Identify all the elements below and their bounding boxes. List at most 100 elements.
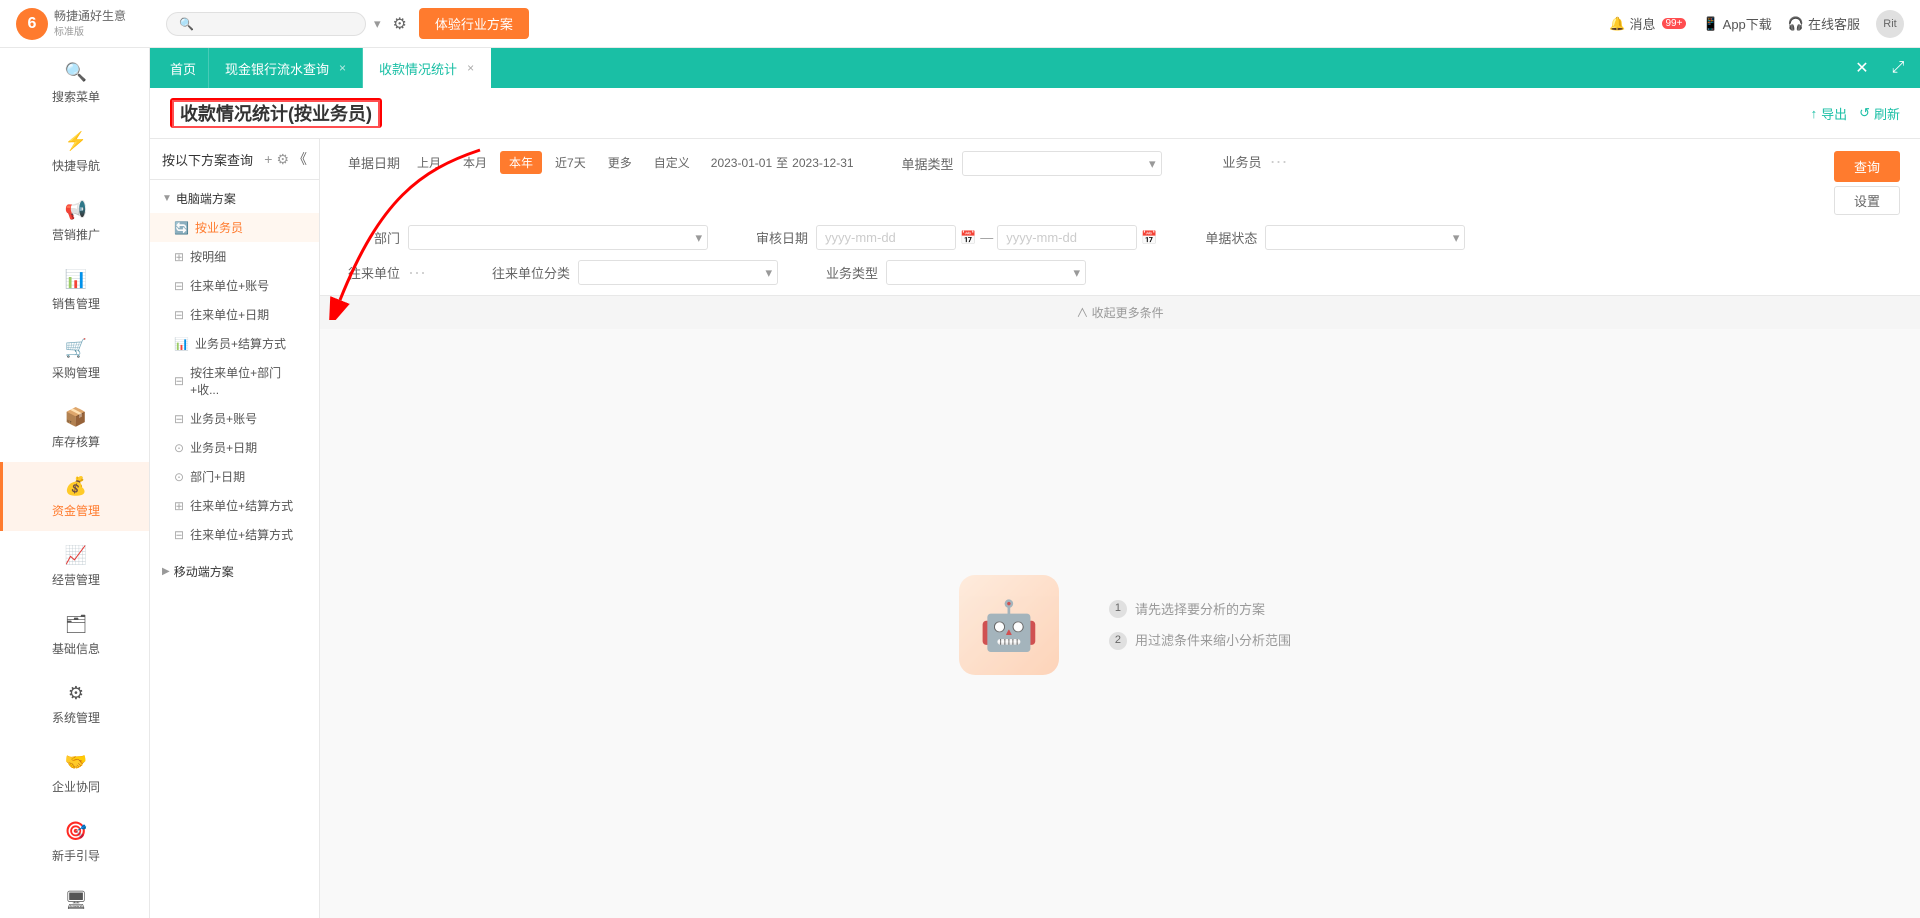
sales-icon: 📊 (64, 267, 88, 291)
logo-icon: 6 (16, 8, 48, 40)
voucher-status-label: 单据状态 (1197, 228, 1257, 247)
scheme-item-counterpart-settlement2[interactable]: ⊟ 往来单位+结算方式 (150, 520, 319, 549)
logo-area: 6 畅捷通好生意 标准版 (16, 8, 166, 40)
date-tab-this-month[interactable]: 本月 (454, 151, 496, 174)
scheme-item-dept-date[interactable]: ⊙ 部门+日期 (150, 462, 319, 491)
ellipsis-icon[interactable]: ··· (1270, 151, 1288, 172)
step-2: 2 用过滤条件来缩小分析范围 (1109, 629, 1291, 652)
search-box[interactable]: 🔍 (166, 12, 366, 36)
counterpart-ellipsis-icon[interactable]: ··· (408, 262, 426, 283)
date-end: 2023-12-31 (792, 156, 853, 170)
sidebar-item-hardware[interactable]: 🖥 智能硬件 (0, 876, 149, 918)
sidebar-item-basic[interactable]: 🗂 基础信息 (0, 600, 149, 669)
sidebar-item-guide[interactable]: 🎯 新手引导 (0, 807, 149, 876)
settings-icon[interactable]: ⚙ (393, 14, 407, 34)
date-start: 2023-01-01 (711, 156, 772, 170)
content-area: 首页 现金银行流水查询 × 收款情况统计 × ✕ ⤢ 收款情况统计(按业务员) (150, 48, 1920, 918)
user-avatar[interactable]: Rit (1876, 10, 1904, 38)
export-button[interactable]: ↑ 导出 (1811, 104, 1848, 123)
sidebar-item-purchase[interactable]: 🛒 采购管理 (0, 324, 149, 393)
chevron-down-icon: ▼ (162, 193, 172, 204)
filter-row-1: 单据日期 上月 本月 本年 近7天 更多 自定义 (340, 151, 1900, 225)
date-tab-last-7[interactable]: 近7天 (546, 151, 595, 174)
system-icon: ⚙ (64, 681, 88, 705)
scheme-item-counterpart-settlement1[interactable]: ⊞ 往来单位+结算方式 (150, 491, 319, 520)
salesperson-label: 业务员 (1202, 152, 1262, 171)
scheme-settings-button[interactable]: ⚙ (276, 151, 289, 168)
scheme-item-counterpart-dept[interactable]: ⊟ 按往来单位+部门+收... (150, 358, 319, 404)
query-button[interactable]: 查询 (1834, 151, 1900, 182)
date-tab-last-month[interactable]: 上月 (408, 151, 450, 174)
online-service-item[interactable]: 🎧 在线客服 (1788, 14, 1860, 33)
scheme-item-salesperson-account[interactable]: ⊟ 业务员+账号 (150, 404, 319, 433)
business-type-select[interactable] (886, 260, 1086, 285)
phone-icon: 📱 (1702, 16, 1718, 32)
tab-bank-flow[interactable]: 现金银行流水查询 × (209, 48, 363, 88)
sidebar-item-search[interactable]: 🔍 搜索菜单 (0, 48, 149, 117)
scheme-item-counterpart-account[interactable]: ⊟ 往来单位+账号 (150, 271, 319, 300)
sidebar-item-system[interactable]: ⚙ 系统管理 (0, 669, 149, 738)
scheme-item-detail[interactable]: ⊞ 按明细 (150, 242, 319, 271)
trial-button[interactable]: 体验行业方案 (419, 8, 529, 39)
notification-icon: 🔔 (1609, 16, 1625, 32)
counterpart-account-icon: ⊟ (174, 279, 184, 293)
voucher-status-select[interactable] (1265, 225, 1465, 250)
app-download-item[interactable]: 📱 App下载 (1702, 14, 1771, 33)
basic-icon: 🗂 (64, 612, 88, 636)
date-tab-this-year[interactable]: 本年 (500, 151, 542, 174)
date-tab-more[interactable]: 更多 (599, 151, 641, 174)
sidebar-item-marketing[interactable]: 📢 营销推广 (0, 186, 149, 255)
scheme-item-salesperson-settlement[interactable]: 📊 业务员+结算方式 (150, 329, 319, 358)
scheme-group-mobile-header[interactable]: ▶ 移动端方案 (150, 557, 319, 586)
business-type-label: 业务类型 (818, 263, 878, 282)
sidebar-item-corp[interactable]: 🤝 企业协同 (0, 738, 149, 807)
purchase-icon: 🛒 (64, 336, 88, 360)
operation-icon: 📈 (64, 543, 88, 567)
department-select[interactable] (408, 225, 708, 250)
review-date-label: 审核日期 (748, 228, 808, 247)
collapse-bar[interactable]: ∧ 收起更多条件 (320, 295, 1920, 329)
tab-close-bank-flow[interactable]: × (339, 61, 346, 75)
tab-collection-stats[interactable]: 收款情况统计 × (363, 48, 491, 88)
scheme-sidebar: 按以下方案查询 + ⚙ 《 ▼ 电脑端方案 🔄 按业务员 (150, 139, 320, 918)
settings-filter-button[interactable]: 设置 (1834, 186, 1900, 215)
counterpart-category-select[interactable] (578, 260, 778, 285)
logo-name: 畅捷通好生意 (54, 9, 126, 23)
counterpart-date-icon: ⊟ (174, 308, 184, 322)
main-layout: 🔍 搜索菜单 ⚡ 快捷导航 📢 营销推广 📊 销售管理 🛒 采购管理 📦 库存核… (0, 48, 1920, 918)
voucher-type-select-wrapper: ▾ (962, 151, 1162, 176)
filter-row-2: 部门 ▾ 审核日期 (340, 225, 1900, 260)
finance-icon: 💰 (64, 474, 88, 498)
empty-text: 1 请先选择要分析的方案 2 用过滤条件来缩小分析范围 (1109, 598, 1291, 653)
scheme-item-by-salesperson[interactable]: 🔄 按业务员 (150, 213, 319, 242)
notification-item[interactable]: 🔔 消息 99+ (1609, 14, 1686, 33)
date-tab-custom[interactable]: 自定义 (645, 151, 699, 174)
scheme-collapse-button[interactable]: 《 (293, 149, 307, 169)
dropdown-arrow-icon[interactable]: ▾ (374, 16, 381, 32)
department-select-wrapper: ▾ (408, 225, 708, 250)
sidebar-item-operation[interactable]: 📈 经营管理 (0, 531, 149, 600)
scheme-group-desktop-header[interactable]: ▼ 电脑端方案 (150, 184, 319, 213)
refresh-button[interactable]: ↺ 刷新 (1859, 104, 1900, 123)
sidebar-item-inventory[interactable]: 📦 库存核算 (0, 393, 149, 462)
review-date-end[interactable] (997, 225, 1137, 250)
date-tabs: 上月 本月 本年 近7天 更多 自定义 (408, 151, 699, 174)
sidebar-item-finance[interactable]: 💰 资金管理 (0, 462, 149, 531)
window-expand-icon[interactable]: ⤢ (1884, 54, 1912, 82)
sidebar-item-sales[interactable]: 📊 销售管理 (0, 255, 149, 324)
voucher-type-select[interactable] (962, 151, 1162, 176)
hardware-icon: 🖥 (64, 888, 88, 912)
filter-row-3: 往来单位 ··· 往来单位分类 (340, 260, 1900, 295)
scheme-add-button[interactable]: + (264, 151, 272, 167)
counterpart-category-select-wrapper: ▾ (578, 260, 778, 285)
page-content: 收款情况统计(按业务员) ↑ 导出 ↺ 刷新 (150, 88, 1920, 918)
calendar-end-icon: 📅 (1141, 230, 1157, 246)
sidebar-item-quick-nav[interactable]: ⚡ 快捷导航 (0, 117, 149, 186)
tab-close-collection-stats[interactable]: × (467, 61, 474, 75)
empty-illustration: 🤖 (949, 565, 1069, 685)
review-date-start[interactable] (816, 225, 956, 250)
window-close-icon[interactable]: ✕ (1848, 54, 1876, 82)
tab-home[interactable]: 首页 (158, 48, 209, 88)
scheme-item-counterpart-date[interactable]: ⊟ 往来单位+日期 (150, 300, 319, 329)
scheme-item-salesperson-date[interactable]: ⊙ 业务员+日期 (150, 433, 319, 462)
